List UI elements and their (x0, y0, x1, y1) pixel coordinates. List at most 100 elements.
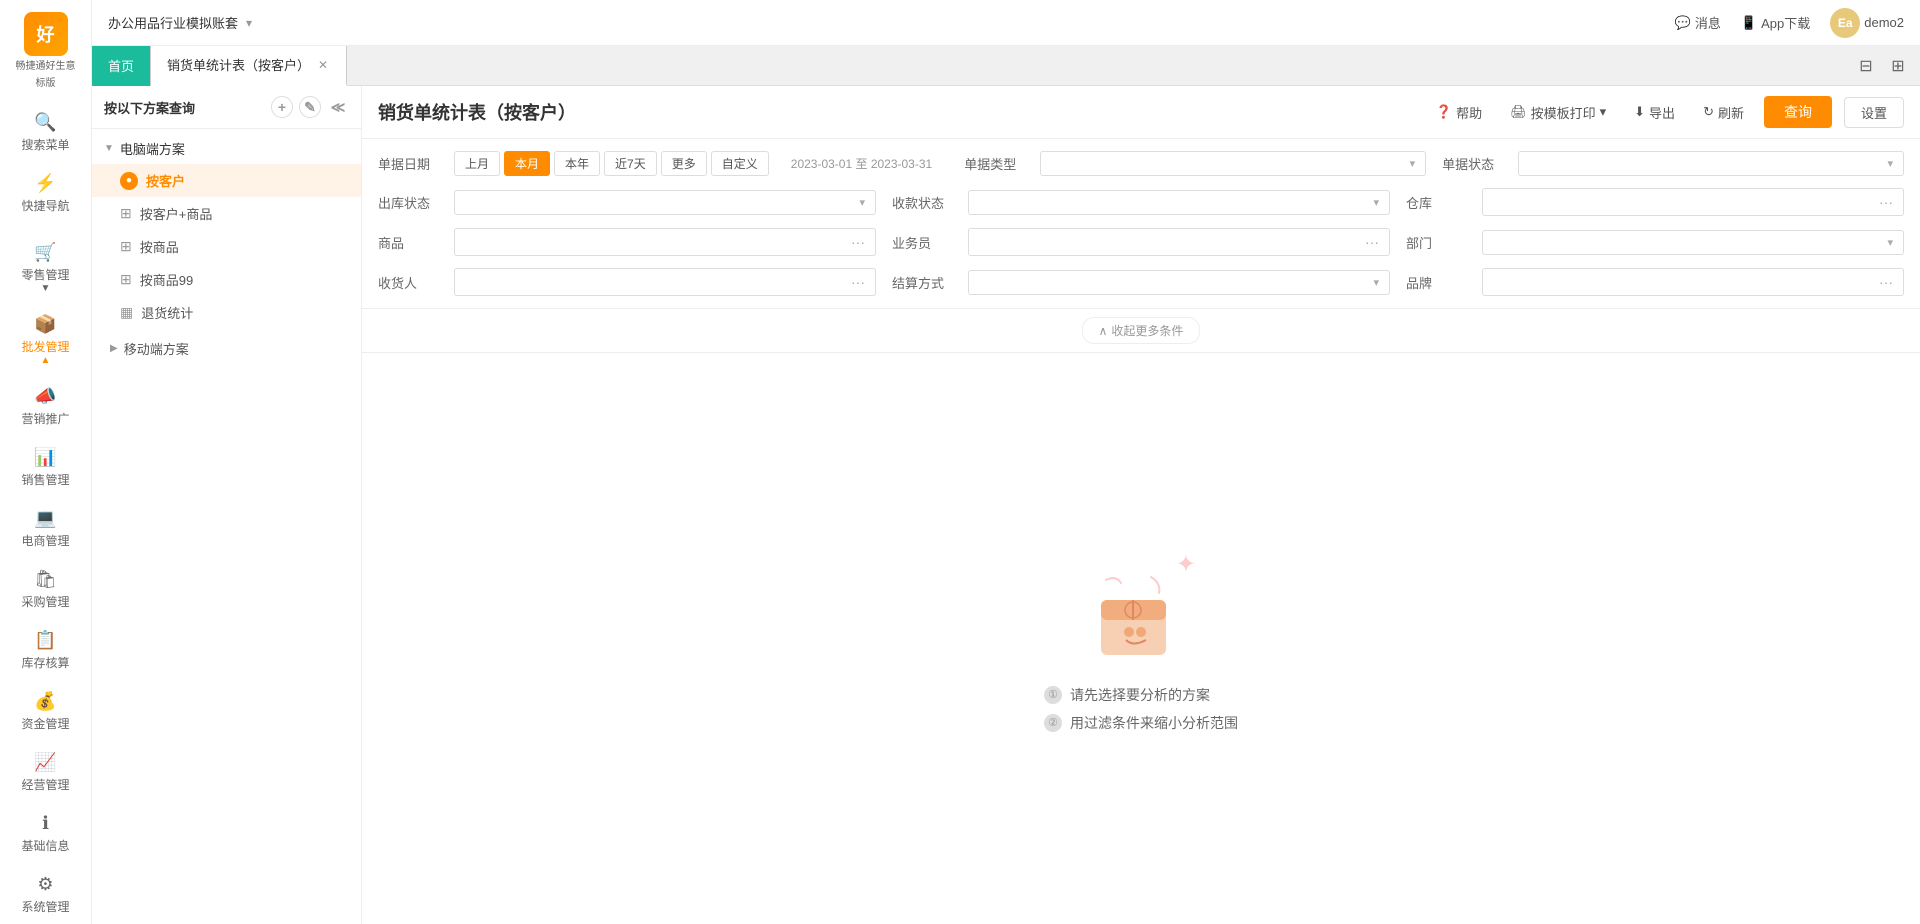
operations-icon: 📈 (34, 752, 56, 773)
company-dropdown-icon[interactable]: ▾ (246, 16, 252, 30)
export-button[interactable]: ⬇ 导出 (1626, 99, 1683, 126)
export-icon: ⬇ (1634, 104, 1645, 120)
goods-select[interactable]: ··· (454, 228, 876, 256)
sidebar-item-finance[interactable]: 💰 资金管理 (0, 681, 91, 742)
query-button[interactable]: 查询 (1764, 96, 1832, 128)
sidebar-item-label: 系统管理 (21, 898, 69, 915)
pc-group-arrow-icon: ▼ (104, 143, 114, 154)
sidebar-item-inventory[interactable]: 📋 库存核算 (0, 620, 91, 681)
date-btn-more[interactable]: 更多 (661, 151, 707, 176)
mobile-scheme-group[interactable]: ▶ 移动端方案 (92, 333, 361, 364)
print-icon: 🖨 (1510, 104, 1527, 120)
collapse-more-button[interactable]: ∧ 收起更多条件 (1082, 317, 1201, 344)
sidebar-item-basic-info[interactable]: ℹ 基础信息 (0, 803, 91, 864)
sidebar-item-operations[interactable]: 📈 经营管理 (0, 742, 91, 803)
date-btn-this-year[interactable]: 本年 (554, 151, 600, 176)
help-icon: ❓ (1436, 104, 1452, 120)
home-tab-label: 首页 (108, 56, 134, 75)
receipt-status-label: 收款状态 (892, 193, 952, 212)
bill-status-select[interactable]: ▾ (1518, 151, 1904, 176)
date-btn-last-7-days[interactable]: 近7天 (604, 151, 657, 176)
scheme-item-by-goods[interactable]: ⊞ 按商品 (92, 230, 361, 263)
out-status-dropdown-icon: ▾ (859, 196, 865, 209)
step-2-text: 用过滤条件来缩小分析范围 (1070, 713, 1238, 733)
out-status-label: 出库状态 (378, 193, 438, 212)
settings-button[interactable]: 设置 (1844, 97, 1904, 128)
right-panel: 销货单统计表（按客户） ❓ 帮助 🖨 按模板打印 ▾ ⬇ 导出 (362, 86, 1920, 924)
bill-type-select[interactable]: ▾ (1040, 151, 1426, 176)
sidebar-item-search[interactable]: 🔍 搜索菜单 (0, 102, 91, 163)
sidebar-item-ecommerce[interactable]: 💻 电商管理 (0, 498, 91, 559)
settlement-label: 结算方式 (892, 273, 952, 292)
salesperson-ellipsis[interactable]: ··· (1365, 234, 1379, 250)
scheme-item-by-goods99[interactable]: ⊞ 按商品99 (92, 263, 361, 296)
out-status-select[interactable]: ▾ (454, 190, 876, 215)
salesperson-label: 业务员 (892, 233, 952, 252)
print-button[interactable]: 🖨 按模板打印 ▾ (1502, 99, 1614, 126)
avatar: Ea (1830, 8, 1860, 38)
sidebar-item-sales[interactable]: 📊 销售管理 (0, 437, 91, 498)
help-button[interactable]: ❓ 帮助 (1428, 99, 1490, 126)
empty-box-svg (1091, 575, 1181, 665)
sidebar-item-quick-nav[interactable]: ⚡ 快捷导航 (0, 163, 91, 224)
salesperson-select[interactable]: ··· (968, 228, 1390, 256)
warehouse-label: 仓库 (1406, 193, 1466, 212)
sidebar-item-wholesale[interactable]: 📦 批发管理 ▲ (0, 304, 91, 376)
sidebar-item-marketing[interactable]: 📣 营销推广 (0, 376, 91, 437)
sidebar-item-label: 零售管理 (21, 266, 69, 283)
sidebar-item-label: 快捷导航 (21, 197, 69, 214)
topbar: 办公用品行业模拟账套 ▾ 💬 消息 📱 App下载 Ea demo2 (92, 0, 1920, 46)
collapse-panel-button[interactable]: ≪ (327, 96, 349, 118)
window-expand-button[interactable]: ⊞ (1884, 52, 1912, 80)
sidebar-item-system[interactable]: ⚙ 系统管理 (0, 864, 91, 924)
empty-instructions: ① 请先选择要分析的方案 ② 用过滤条件来缩小分析范围 (1044, 685, 1238, 733)
tab-home[interactable]: 首页 (92, 46, 151, 86)
user-profile[interactable]: Ea demo2 (1830, 8, 1904, 38)
message-action[interactable]: 💬 消息 (1675, 13, 1721, 32)
by-goods99-icon: ⊞ (120, 271, 132, 288)
topbar-left: 办公用品行业模拟账套 ▾ (108, 13, 252, 32)
date-btn-last-month[interactable]: 上月 (454, 151, 500, 176)
settlement-select[interactable]: ▾ (968, 270, 1390, 295)
brand-ellipsis[interactable]: ··· (1879, 274, 1893, 290)
edit-scheme-button[interactable]: ✎ (299, 96, 321, 118)
warehouse-ellipsis[interactable]: ··· (1879, 194, 1893, 210)
scheme-item-label: 按客户 (146, 171, 185, 190)
scheme-item-return-stat[interactable]: ▦ 退货统计 (92, 296, 361, 329)
pc-scheme-group-label: 电脑端方案 (120, 139, 185, 158)
sidebar-item-label: 基础信息 (21, 837, 69, 854)
app-download-action[interactable]: 📱 App下载 (1741, 13, 1810, 32)
date-btn-custom[interactable]: 自定义 (711, 151, 769, 176)
date-btn-this-month[interactable]: 本月 (504, 151, 550, 176)
header-actions: ❓ 帮助 🖨 按模板打印 ▾ ⬇ 导出 ↻ 刷新 (1428, 96, 1904, 128)
mobile-group-arrow-icon: ▶ (110, 343, 118, 354)
scheme-item-by-customer[interactable]: ● 按客户 (92, 164, 361, 197)
brand-select[interactable]: ··· (1482, 268, 1904, 296)
receiver-ellipsis[interactable]: ··· (851, 274, 865, 290)
sidebar-item-label: 经营管理 (21, 776, 69, 793)
sidebar-item-purchase[interactable]: 🛍 采购管理 (0, 559, 91, 620)
left-panel-header: 按以下方案查询 + ✎ ≪ (92, 86, 361, 129)
date-buttons: 上月 本月 本年 近7天 更多 自定义 (454, 151, 769, 176)
tab-close-icon[interactable]: ✕ (316, 56, 330, 74)
receiver-select[interactable]: ··· (454, 268, 876, 296)
purchase-icon: 🛍 (34, 569, 57, 590)
window-minimize-button[interactable]: ⊟ (1852, 52, 1880, 80)
department-select[interactable]: ▾ (1482, 230, 1904, 255)
add-scheme-button[interactable]: + (271, 96, 293, 118)
scheme-item-by-customer-goods[interactable]: ⊞ 按客户+商品 (92, 197, 361, 230)
left-panel-actions: + ✎ ≪ (271, 96, 349, 118)
filter-row-3: 商品 ··· 业务员 ··· 部门 ▾ (378, 228, 1904, 256)
tab-sales-stat[interactable]: 销货单统计表（按客户） ✕ (151, 46, 347, 86)
app-logo[interactable]: 好 畅捷通好生意 标版 (0, 0, 91, 102)
warehouse-select[interactable]: ··· (1482, 188, 1904, 216)
receipt-status-select[interactable]: ▾ (968, 190, 1390, 215)
sidebar-item-label: 库存核算 (21, 654, 69, 671)
pc-scheme-group-header[interactable]: ▼ 电脑端方案 (92, 133, 361, 164)
refresh-button[interactable]: ↻ 刷新 (1695, 99, 1752, 126)
app-download-label: App下载 (1761, 13, 1810, 32)
message-label: 消息 (1695, 13, 1721, 32)
filter-area: 单据日期 上月 本月 本年 近7天 更多 自定义 2023-03-01 至 20… (362, 139, 1920, 309)
goods-ellipsis[interactable]: ··· (851, 234, 865, 250)
sidebar-item-retail[interactable]: 🛒 零售管理 ▼ (0, 232, 91, 304)
